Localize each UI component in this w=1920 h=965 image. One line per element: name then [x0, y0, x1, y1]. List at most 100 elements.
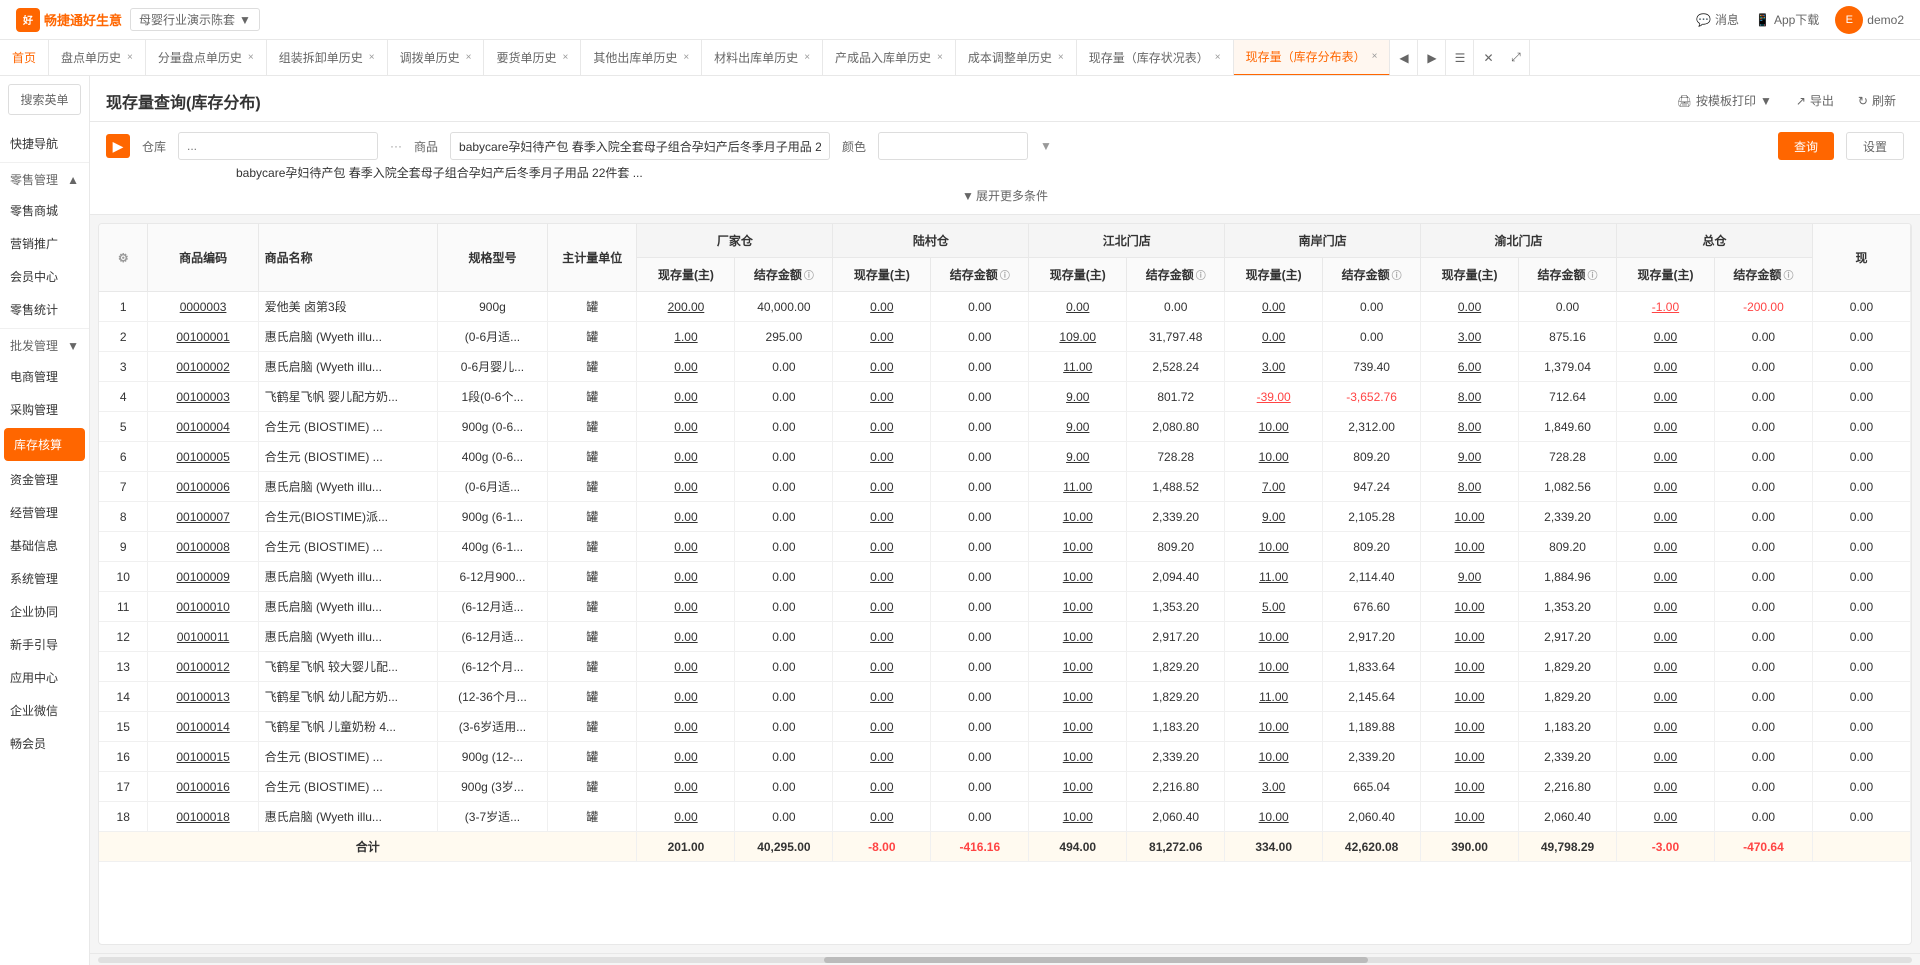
tab-close-icon[interactable]: × [937, 52, 943, 63]
color-label: 颜色 [842, 138, 866, 155]
color-dropdown[interactable]: ▼ [1040, 139, 1052, 153]
row-c3-qty: 10.00 [1029, 532, 1127, 562]
sidebar-item-guide[interactable]: 新手引导 [0, 628, 89, 661]
table-row: 4 00100003 飞鹤星飞帆 婴儿配方奶... 1段(0-6个... 罐 0… [99, 382, 1911, 412]
warehouse-more[interactable]: ··· [390, 139, 402, 153]
tab-label: 盘点单历史 [61, 49, 121, 66]
sidebar-item-retail-shop[interactable]: 零售商城 [0, 194, 89, 227]
info-icon[interactable]: ⓘ [1392, 271, 1402, 282]
filter-toggle-btn[interactable]: ▶ [106, 134, 130, 158]
sidebar-item-basic-info[interactable]: 基础信息 [0, 529, 89, 562]
sidebar-item-finance[interactable]: 资金管理 [0, 463, 89, 496]
company-selector[interactable]: 母婴行业演示陈套 ▼ [130, 8, 260, 31]
info-icon[interactable]: ⓘ [1588, 271, 1598, 282]
tab-close-icon[interactable]: × [466, 52, 472, 63]
tab-close-icon[interactable]: × [1058, 52, 1064, 63]
tab-close-icon[interactable]: × [369, 52, 375, 63]
tab-transfer-history[interactable]: 调拨单历史 × [388, 40, 485, 76]
tab-close-icon[interactable]: × [127, 52, 133, 63]
sidebar-item-inventory[interactable]: 库存核算 [4, 428, 85, 461]
row-c1-amt: 0.00 [735, 352, 833, 382]
sidebar-item-enterprise[interactable]: 企业协同 [0, 595, 89, 628]
tab-close-icon[interactable]: × [683, 52, 689, 63]
tab-next-btn[interactable]: ▶ [1418, 40, 1446, 76]
sidebar-item-marketing[interactable]: 营销推广 [0, 227, 89, 260]
setting-btn[interactable]: 设置 [1846, 132, 1904, 160]
search-btn[interactable]: 搜索英单 [8, 84, 81, 115]
tab-order-history[interactable]: 要货单历史 × [484, 40, 581, 76]
row-name: 合生元 (BIOSTIME) ... [258, 532, 437, 562]
row-c2-qty: 0.00 [833, 802, 931, 832]
row-c3-amt: 2,094.40 [1127, 562, 1225, 592]
tab-material-history[interactable]: 材料出库单历史 × [702, 40, 823, 76]
user-area[interactable]: E demo2 [1835, 6, 1904, 34]
tab-maximize-btn[interactable]: ⤢ [1502, 40, 1530, 76]
tab-label: 产成品入库单历史 [835, 49, 931, 66]
gear-icon[interactable]: ⚙ [118, 251, 129, 265]
tab-close-all-btn[interactable]: ✕ [1474, 40, 1502, 76]
tab-close-icon[interactable]: × [1372, 51, 1378, 62]
tab-close-icon[interactable]: × [562, 52, 568, 63]
message-btn[interactable]: 💬 消息 [1696, 11, 1739, 28]
sidebar-item-operation[interactable]: 经营管理 [0, 496, 89, 529]
query-btn[interactable]: 查询 [1778, 132, 1834, 160]
tab-prev-btn[interactable]: ◀ [1390, 40, 1418, 76]
expand-more-btn[interactable]: ▼ 展开更多条件 [962, 187, 1048, 204]
product-input[interactable] [450, 132, 830, 160]
tab-cost-history[interactable]: 成本调整单历史 × [956, 40, 1077, 76]
tab-home[interactable]: 首页 [0, 40, 49, 76]
print-btn[interactable]: 🖨 按模板打印 ▼ [1669, 88, 1780, 113]
info-icon[interactable]: ⓘ [1196, 271, 1206, 282]
refresh-btn[interactable]: ↻ 刷新 [1850, 88, 1904, 113]
table-body: 1 0000003 爱他美 卤第3段 900g 罐 200.00 40,000.… [99, 292, 1911, 862]
warehouse-input[interactable] [178, 132, 378, 160]
row-c3-qty: 11.00 [1029, 352, 1127, 382]
sidebar-item-system[interactable]: 系统管理 [0, 562, 89, 595]
sidebar-item-retail-mgmt[interactable]: 零售管理 ▲ [0, 165, 89, 194]
row-spec: (12-36个月... [437, 682, 547, 712]
sidebar-quick-nav[interactable]: 快捷导航 [0, 127, 89, 160]
info-icon[interactable]: ⓘ [1000, 271, 1010, 282]
row-spec: 1段(0-6个... [437, 382, 547, 412]
sidebar-item-app-center[interactable]: 应用中心 [0, 661, 89, 694]
sidebar-item-wechat[interactable]: 企业微信 [0, 694, 89, 727]
row-unit: 罐 [548, 622, 637, 652]
row-c2-qty: 0.00 [833, 742, 931, 772]
tab-close-icon[interactable]: × [248, 52, 254, 63]
info-icon[interactable]: ⓘ [1783, 271, 1793, 282]
tab-inventory-history[interactable]: 盘点单历史 × [49, 40, 146, 76]
tab-outbound-history[interactable]: 其他出库单历史 × [581, 40, 702, 76]
sidebar-item-wholesale[interactable]: 批发管理 ▼ [0, 331, 89, 360]
tab-split-history[interactable]: 分量盘点单历史 × [146, 40, 267, 76]
tab-close-icon[interactable]: × [1215, 52, 1221, 63]
scroll-track[interactable] [98, 957, 1912, 963]
tab-stock-distribution[interactable]: 现存量（库存分布表） × [1234, 40, 1391, 76]
tab-menu-btn[interactable]: ☰ [1446, 40, 1474, 76]
info-icon[interactable]: ⓘ [804, 271, 814, 282]
row-num: 16 [99, 742, 148, 772]
scroll-indicator[interactable] [90, 953, 1920, 965]
row-total-qty: 0.00 [1617, 742, 1715, 772]
row-c5-qty: 10.00 [1421, 712, 1519, 742]
tab-close-icon[interactable]: × [804, 52, 810, 63]
tab-assembly-history[interactable]: 组装拆卸单历史 × [267, 40, 388, 76]
row-spec: (6-12月适... [437, 592, 547, 622]
row-extra: 0.00 [1812, 622, 1910, 652]
row-total-amt: 0.00 [1714, 742, 1812, 772]
sidebar-item-retail-stats[interactable]: 零售统计 [0, 293, 89, 326]
row-unit: 罐 [548, 382, 637, 412]
sidebar-item-ecommerce[interactable]: 电商管理 [0, 360, 89, 393]
row-c4-amt: 809.20 [1323, 532, 1421, 562]
app-download-btn[interactable]: 📱 App下载 [1755, 11, 1819, 28]
sidebar-item-member[interactable]: 会员中心 [0, 260, 89, 293]
sidebar-item-member2[interactable]: 畅会员 [0, 727, 89, 760]
tab-stock-status[interactable]: 现存量（库存状况表） × [1077, 40, 1234, 76]
scroll-thumb[interactable] [824, 957, 1368, 963]
summary-c2-qty: -8.00 [833, 832, 931, 862]
color-input[interactable] [878, 132, 1028, 160]
export-btn[interactable]: ↗ 导出 [1788, 88, 1842, 113]
tab-label: 材料出库单历史 [714, 49, 798, 66]
sidebar-item-purchase[interactable]: 采购管理 [0, 393, 89, 426]
tab-product-history[interactable]: 产成品入库单历史 × [823, 40, 956, 76]
col-extra-header: 现 [1812, 224, 1910, 292]
